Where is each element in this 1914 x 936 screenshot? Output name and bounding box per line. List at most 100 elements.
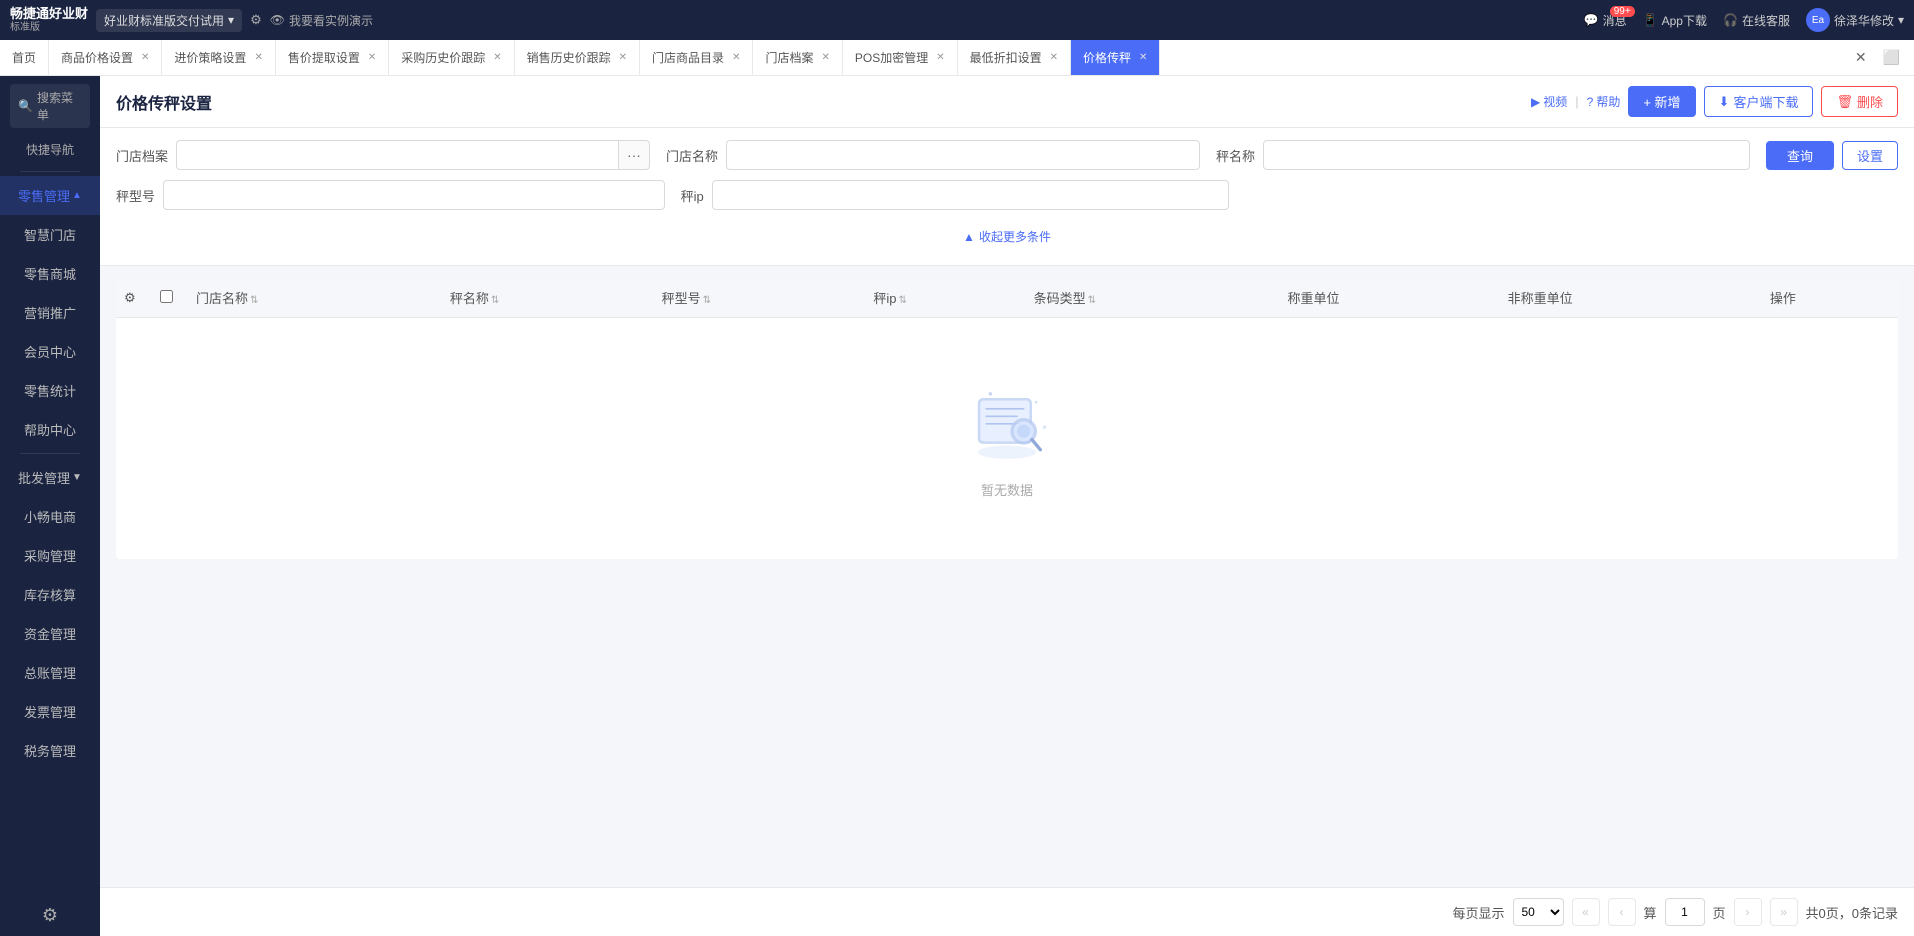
sidebar-item-ecommerce[interactable]: 小畅电商 (0, 497, 100, 536)
sidebar-item-inventory-label: 库存核算 (24, 585, 76, 604)
collapse-button[interactable]: ▲ 收起更多条件 (963, 224, 1051, 249)
settings-icon[interactable]: ⚙ (250, 12, 262, 28)
query-button[interactable]: 查询 (1766, 141, 1834, 170)
sidebar-item-smart-store-label: 智慧门店 (24, 225, 76, 244)
th-settings[interactable]: ⚙ (116, 278, 152, 318)
last-page-icon: » (1780, 905, 1787, 919)
quicknav-button[interactable]: 快捷导航 (10, 136, 90, 163)
tab-sales-history[interactable]: 销售历史价跟踪 ✕ (515, 40, 640, 76)
search-menu-button[interactable]: 🔍 搜索菜单 (10, 84, 90, 128)
store-file-dots-button[interactable]: ··· (618, 140, 650, 170)
close-icon[interactable]: ✕ (1139, 52, 1147, 63)
sort-icon[interactable]: ⇅ (703, 295, 711, 306)
headset-icon: 🎧 (1723, 13, 1738, 27)
delete-button[interactable]: 🗑 删除 (1821, 86, 1898, 117)
tab-purchase-strategy[interactable]: 进价策略设置 ✕ (162, 40, 275, 76)
video-link[interactable]: ▶ 视频 (1531, 93, 1567, 110)
sidebar-settings-icon[interactable]: ⚙ (42, 905, 58, 926)
tab-pos-manage[interactable]: POS加密管理 ✕ (843, 40, 958, 76)
sidebar-item-online-store[interactable]: 零售商城 (0, 254, 100, 293)
sort-icon[interactable]: ⇅ (898, 295, 906, 306)
sidebar-item-wholesale-label: 批发管理 (18, 468, 70, 487)
download-button[interactable]: ⬇ 客户端下载 (1704, 86, 1814, 117)
sidebar-item-retail-stats[interactable]: 零售统计 (0, 371, 100, 410)
sidebar-item-marketing[interactable]: 营销推广 (0, 293, 100, 332)
last-page-button[interactable]: » (1770, 898, 1798, 926)
close-icon[interactable]: ✕ (368, 52, 376, 63)
tab-price-settings[interactable]: 商品价格设置 ✕ (49, 40, 162, 76)
sort-icon[interactable]: ⇅ (1088, 295, 1096, 306)
first-page-button[interactable]: « (1572, 898, 1600, 926)
tab-price-scale[interactable]: 价格传秤 ✕ (1071, 40, 1160, 76)
store-name-input[interactable] (726, 140, 1200, 170)
per-page-select[interactable]: 50 10 20 100 (1513, 898, 1564, 926)
sort-icon[interactable]: ⇅ (491, 295, 499, 306)
prev-page-button[interactable]: ‹ (1608, 898, 1636, 926)
app-download-button[interactable]: 📱 App下载 (1643, 12, 1707, 29)
tab-sell-price[interactable]: 售价提取设置 ✕ (276, 40, 389, 76)
th-barcode-type: 条码类型⇅ (1026, 278, 1280, 318)
maximize-tab-button[interactable]: ⬜ (1877, 47, 1906, 68)
close-icon[interactable]: ✕ (254, 52, 262, 63)
page-number-input[interactable] (1665, 898, 1705, 926)
message-button[interactable]: 💬 消息 99+ (1584, 12, 1627, 29)
sidebar-item-retail-stats-label: 零售统计 (24, 381, 76, 400)
sidebar-item-tax[interactable]: 税务管理 (0, 731, 100, 770)
filter-scale-ip: 秤ip (681, 180, 1230, 210)
th-check (152, 278, 188, 318)
version-label: 好业财标准版交付试用 (104, 12, 224, 29)
next-page-icon: › (1746, 905, 1750, 919)
scale-name-input[interactable] (1263, 140, 1750, 170)
tab-purchase-history[interactable]: 采购历史价跟踪 ✕ (389, 40, 514, 76)
sidebar-item-finance[interactable]: 资金管理 (0, 614, 100, 653)
store-file-input-group: ··· (176, 140, 650, 170)
online-service-button[interactable]: 🎧 在线客服 (1723, 12, 1790, 29)
sidebar-item-wholesale[interactable]: 批发管理 ▼ (0, 458, 100, 497)
close-tab-button[interactable]: ✕ (1849, 47, 1873, 68)
sidebar-item-smart-store[interactable]: 智慧门店 (0, 215, 100, 254)
store-file-input[interactable] (176, 140, 618, 170)
data-table: ⚙ 门店名称⇅ 秤名称⇅ 秤型号⇅ (116, 278, 1898, 559)
sidebar-item-purchase[interactable]: 采购管理 (0, 536, 100, 575)
demo-link[interactable]: 👁 我要看实例演示 (270, 12, 373, 29)
th-scale-ip: 秤ip⇅ (865, 278, 1025, 318)
close-icon[interactable]: ✕ (619, 52, 627, 63)
scale-model-input[interactable] (163, 180, 665, 210)
scale-ip-input[interactable] (712, 180, 1230, 210)
filter-scale-model: 秤型号 (116, 180, 665, 210)
chevron-down-icon: ▼ (72, 472, 82, 483)
sidebar-item-retail[interactable]: 零售管理 ▲ (0, 176, 100, 215)
app-title: 畅捷通好业财 (10, 6, 88, 22)
sidebar-item-member[interactable]: 会员中心 (0, 332, 100, 371)
next-page-button[interactable]: › (1734, 898, 1762, 926)
close-icon[interactable]: ✕ (1050, 52, 1058, 63)
close-icon[interactable]: ✕ (141, 52, 149, 63)
sidebar-item-invoice[interactable]: 发票管理 (0, 692, 100, 731)
close-icon[interactable]: ✕ (732, 52, 740, 63)
close-icon[interactable]: ✕ (821, 52, 829, 63)
sidebar-item-inventory[interactable]: 库存核算 (0, 575, 100, 614)
page-unit: 页 (1713, 903, 1726, 922)
help-link[interactable]: ? 帮助 (1587, 93, 1621, 110)
select-all-checkbox[interactable] (160, 290, 173, 303)
main-layout: 🔍 搜索菜单 快捷导航 零售管理 ▲ 智慧门店 零售商城 营销推广 会员中心 零… (0, 76, 1914, 936)
settings-filter-button[interactable]: 设置 (1842, 141, 1898, 170)
page-title: 价格传秤设置 (116, 90, 212, 114)
tab-min-discount-label: 最低折扣设置 (970, 49, 1042, 66)
tab-store-catalog[interactable]: 门店商品目录 ✕ (640, 40, 753, 76)
page-header: 价格传秤设置 ▶ 视频 | ? 帮助 + 新增 ⬇ 客户端下载 (100, 76, 1914, 128)
add-button[interactable]: + 新增 (1628, 86, 1695, 117)
version-selector[interactable]: 好业财标准版交付试用 ▾ (96, 9, 242, 32)
sort-icon[interactable]: ⇅ (250, 295, 258, 306)
tab-store-file[interactable]: 门店档案 ✕ (753, 40, 842, 76)
close-icon[interactable]: ✕ (493, 52, 501, 63)
sidebar-item-ledger[interactable]: 总账管理 (0, 653, 100, 692)
close-icon[interactable]: ✕ (936, 52, 944, 63)
user-info[interactable]: Ea 徐泽华修改 ▾ (1806, 8, 1904, 32)
tab-min-discount[interactable]: 最低折扣设置 ✕ (958, 40, 1071, 76)
th-scale-model: 秤型号⇅ (654, 278, 866, 318)
sidebar-item-help[interactable]: 帮助中心 (0, 410, 100, 449)
chevron-up-icon: ▲ (963, 230, 975, 244)
tab-home[interactable]: 首页 (0, 40, 49, 76)
th-scale-name: 秤名称⇅ (442, 278, 654, 318)
